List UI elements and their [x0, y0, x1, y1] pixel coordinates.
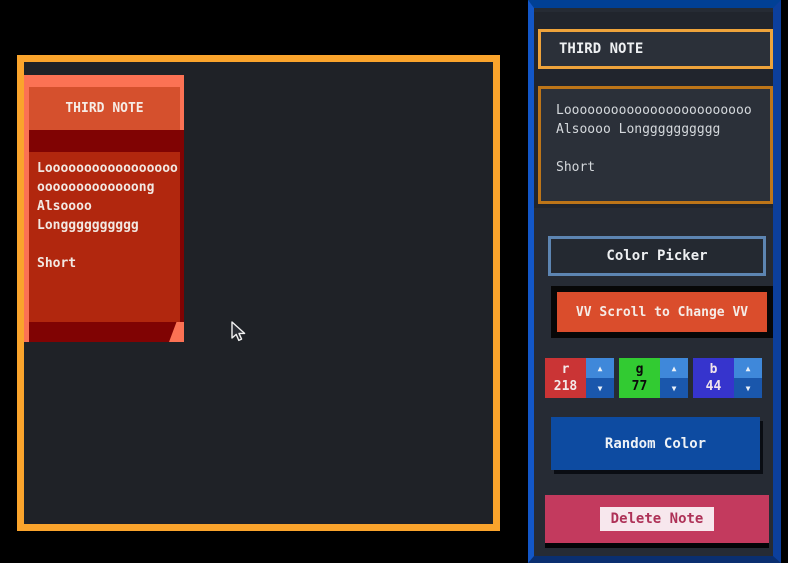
- green-channel-label: g: [635, 362, 644, 377]
- delete-note-button[interactable]: Delete Note: [545, 495, 769, 543]
- note-bottom-band: [29, 322, 184, 342]
- blue-spinner: ▲ ▼: [734, 358, 762, 398]
- blue-channel-control: b 44 ▲ ▼: [693, 358, 762, 398]
- delete-note-label: Delete Note: [599, 507, 715, 531]
- blue-channel-value: 44: [705, 379, 722, 394]
- blue-channel-label: b: [709, 362, 718, 377]
- notes-canvas[interactable]: THIRD NOTE Looooooooooooooooo oooooooooo…: [17, 55, 500, 531]
- green-increment-button[interactable]: ▲: [660, 358, 688, 378]
- blue-value-box[interactable]: b 44: [693, 358, 734, 398]
- green-decrement-button[interactable]: ▼: [660, 378, 688, 398]
- red-decrement-button[interactable]: ▼: [586, 378, 614, 398]
- scroll-to-change-button[interactable]: VV Scroll to Change VV: [557, 292, 767, 332]
- random-color-button[interactable]: Random Color: [551, 417, 760, 470]
- note-body-textarea[interactable]: Loooooooooooooooooooooooo Alsoooo Longgg…: [538, 86, 773, 204]
- mouse-cursor-icon: [231, 321, 246, 342]
- red-channel-value: 218: [553, 379, 578, 394]
- scroll-button-frame: VV Scroll to Change VV: [551, 286, 773, 338]
- red-spinner: ▲ ▼: [586, 358, 614, 398]
- note-body[interactable]: Looooooooooooooooo ooooooooooooong Alsoo…: [29, 152, 184, 322]
- red-channel-control: r 218 ▲ ▼: [545, 358, 614, 398]
- note-edit-group: THIRD NOTE Loooooooooooooooooooooooo Als…: [534, 12, 773, 208]
- red-increment-button[interactable]: ▲: [586, 358, 614, 378]
- red-value-box[interactable]: r 218: [545, 358, 586, 398]
- down-arrow-icon: ▼: [671, 383, 677, 393]
- color-picker-button[interactable]: Color Picker: [548, 236, 766, 276]
- note-title: THIRD NOTE: [65, 101, 144, 116]
- note-card[interactable]: THIRD NOTE Looooooooooooooooo oooooooooo…: [24, 75, 184, 342]
- note-resize-handle[interactable]: [169, 322, 184, 342]
- down-arrow-icon: ▼: [745, 383, 751, 393]
- note-title-bar[interactable]: THIRD NOTE: [29, 87, 180, 130]
- red-channel-label: r: [561, 362, 570, 377]
- blue-decrement-button[interactable]: ▼: [734, 378, 762, 398]
- blue-increment-button[interactable]: ▲: [734, 358, 762, 378]
- down-arrow-icon: ▼: [597, 383, 603, 393]
- rgb-controls: r 218 ▲ ▼ g 77 ▲ ▼ b 44 ▲ ▼: [534, 358, 773, 398]
- green-spinner: ▲ ▼: [660, 358, 688, 398]
- note-top-band: [29, 130, 184, 152]
- up-arrow-icon: ▲: [671, 363, 677, 373]
- up-arrow-icon: ▲: [597, 363, 603, 373]
- green-value-box[interactable]: g 77: [619, 358, 660, 398]
- green-channel-value: 77: [631, 379, 648, 394]
- up-arrow-icon: ▲: [745, 363, 751, 373]
- green-channel-control: g 77 ▲ ▼: [619, 358, 688, 398]
- app-window: THIRD NOTE Looooooooooooooooo oooooooooo…: [0, 0, 788, 563]
- control-panel: THIRD NOTE Loooooooooooooooooooooooo Als…: [528, 0, 781, 563]
- note-title-input[interactable]: THIRD NOTE: [538, 29, 773, 69]
